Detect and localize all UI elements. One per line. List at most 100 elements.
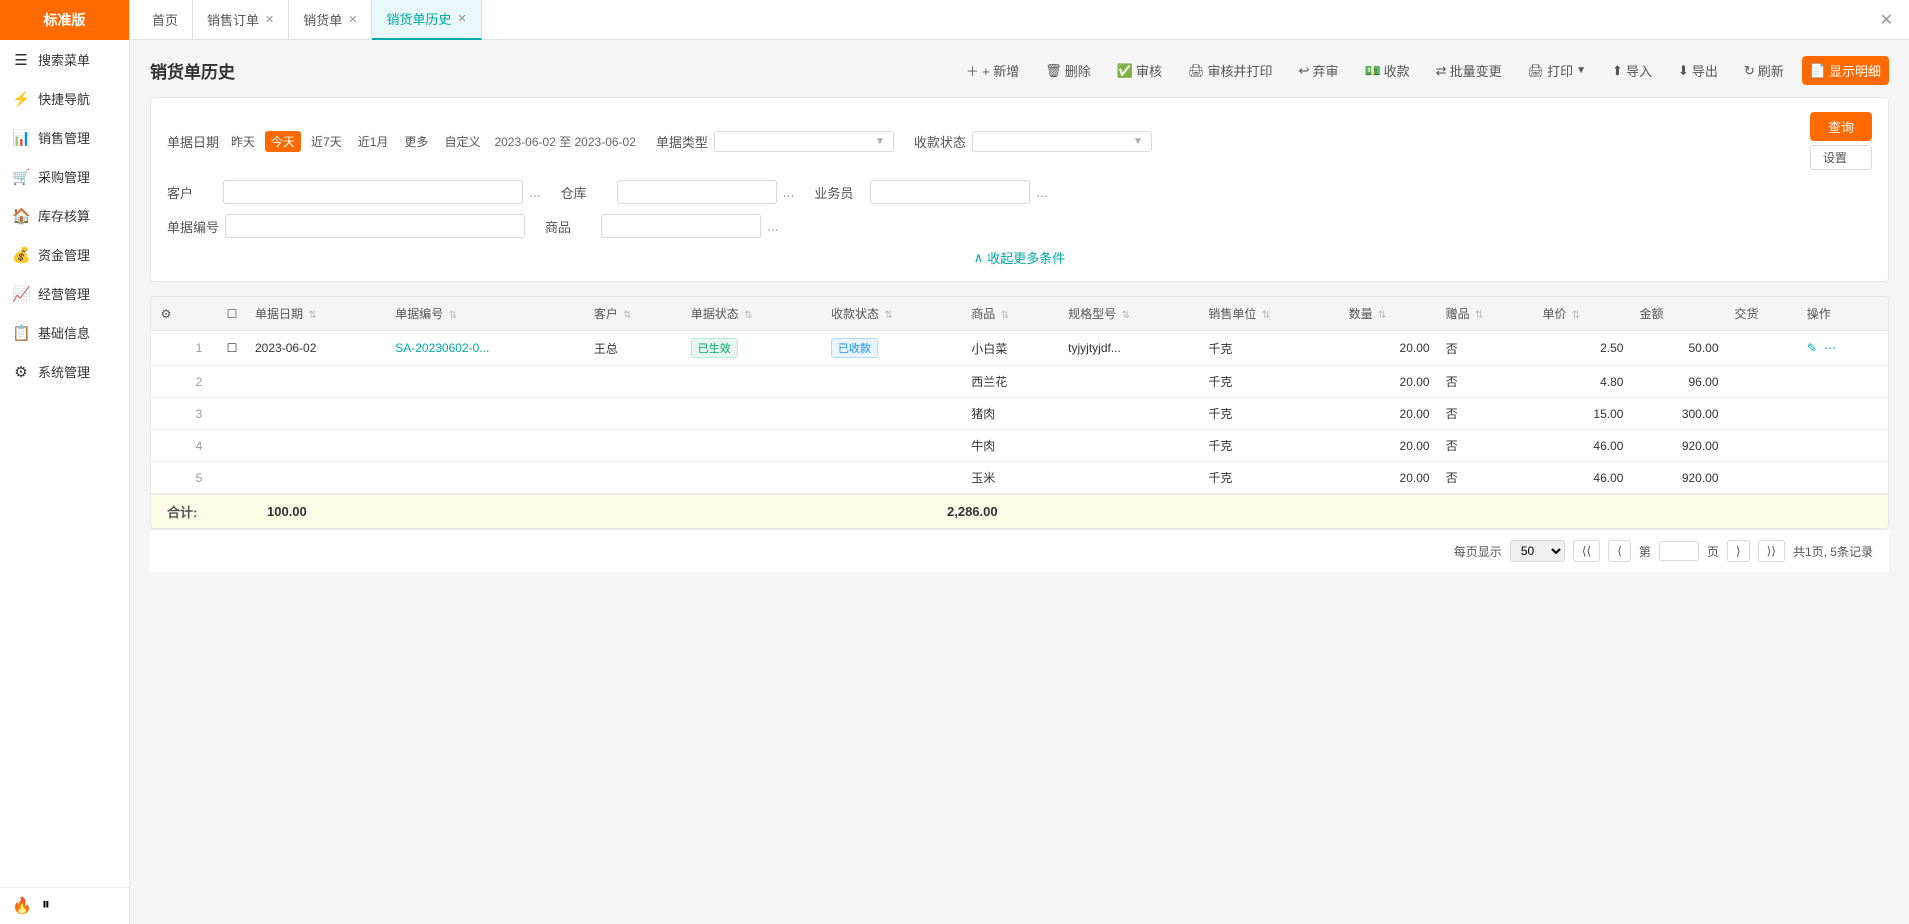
tab-home[interactable]: 首页 [138,0,193,40]
first-page-button[interactable]: ⟨⟨ [1573,540,1600,562]
col-qty[interactable]: 数量 ⇅ [1341,297,1438,331]
row-qty: 20.00 [1341,366,1438,398]
date-btn-7days[interactable]: 近7天 [305,131,348,152]
prev-page-button[interactable]: ⟨ [1608,540,1631,562]
close-all-tabs-button[interactable]: ✕ [1872,10,1901,30]
date-btn-1month[interactable]: 近1月 [352,131,395,152]
audit-print-button[interactable]: 🖨 审核并打印 [1180,56,1281,85]
sort-price-icon: ⇅ [1572,310,1580,321]
customer-dots-button[interactable]: ... [529,184,541,200]
system-mgmt-icon: ⚙ [12,363,30,381]
warehouse-input[interactable] [617,180,777,204]
sidebar-item-search-menu[interactable]: ☰ 搜索菜单 [0,40,129,79]
row-amount: 300.00 [1631,398,1726,430]
collect-status-label: 收款状态 [914,132,966,151]
import-button[interactable]: ⬆ 导入 [1604,56,1660,85]
row-docno[interactable] [387,398,586,430]
edit-action-link[interactable]: ✎ [1807,341,1817,355]
tab-close-sales-history[interactable]: ✕ [458,12,467,25]
row-docno[interactable] [387,366,586,398]
delete-button[interactable]: 🗑 删除 [1037,56,1099,85]
audit-button[interactable]: ✅ 审核 [1109,56,1170,85]
sidebar-item-purchase-mgmt[interactable]: 🛒 采购管理 [0,157,129,196]
settings-button[interactable]: 设置 [1810,145,1872,170]
col-spec[interactable]: 规格型号 ⇅ [1060,297,1200,331]
refresh-button[interactable]: ↻ 刷新 [1736,56,1792,85]
salesperson-dots-button[interactable]: ... [1036,184,1048,200]
col-gift[interactable]: 赠品 ⇅ [1438,297,1535,331]
tab-sales-goods[interactable]: 销货单 ✕ [289,0,372,40]
sidebar-item-system-mgmt[interactable]: ⚙ 系统管理 [0,352,129,391]
col-price[interactable]: 单价 ⇅ [1535,297,1632,331]
collect-button[interactable]: 💵 收款 [1356,56,1417,85]
batch-change-button[interactable]: ⇄ 批量变更 [1428,56,1510,85]
row-checkbox[interactable] [217,398,247,430]
table-row: 4 牛肉 千克 20.00 否 46.00 920.00 [151,430,1888,462]
col-settings[interactable]: ⚙ [151,297,181,331]
page-number-input[interactable]: 1 [1659,541,1699,561]
row-spec [1060,462,1200,494]
sidebar-item-sales-mgmt[interactable]: 📊 销售管理 [0,118,129,157]
sidebar-item-quick-nav[interactable]: ⚡ 快捷导航 [0,79,129,118]
tab-close-sales-order[interactable]: ✕ [265,13,274,26]
export-button[interactable]: ⬇ 导出 [1670,56,1726,85]
row-checkbox[interactable] [217,430,247,462]
abandon-button[interactable]: ↩ 弃审 [1291,56,1347,85]
date-btn-today[interactable]: 今天 [265,131,301,152]
row-price: 46.00 [1535,430,1632,462]
next-page-button[interactable]: ⟩ [1727,540,1750,562]
goods-dots-button[interactable]: ... [767,218,779,234]
show-detail-button[interactable]: 📄 显示明细 [1802,56,1889,85]
page-size-select[interactable]: 50 100 [1510,540,1565,562]
col-customer[interactable]: 客户 ⇅ [586,297,683,331]
col-collect-status[interactable]: 收款状态 ⇅ [823,297,963,331]
pause-icon[interactable]: ⏸ [42,896,50,916]
tab-close-sales-goods[interactable]: ✕ [348,13,357,26]
audit-print-icon: 🖨 [1188,63,1205,79]
salesperson-input[interactable] [870,180,1030,204]
row-checkbox[interactable]: ☐ [217,331,247,366]
last-page-button[interactable]: ⟩⟩ [1758,540,1785,562]
fire-icon[interactable]: 🔥 [12,896,32,916]
more-action-link[interactable]: ⋯ [1824,341,1836,355]
sort-unit-icon: ⇅ [1262,310,1270,321]
goods-input[interactable] [601,214,761,238]
new-button[interactable]: ＋ + 新增 [958,56,1027,85]
row-docno[interactable] [387,430,586,462]
doc-no-input[interactable] [225,214,525,238]
row-checkbox[interactable] [217,462,247,494]
col-date[interactable]: 单据日期 ⇅ [247,297,387,331]
tab-sales-order[interactable]: 销售订单 ✕ [193,0,289,40]
tab-sales-history[interactable]: 销货单历史 ✕ [372,0,481,40]
sidebar-item-basic-info[interactable]: 📋 基础信息 [0,313,129,352]
collect-status-select[interactable]: ▼ [972,131,1152,152]
sidebar-item-finance-mgmt[interactable]: 💰 资金管理 [0,235,129,274]
date-range-text: 2023-06-02 至 2023-06-02 [494,133,635,150]
row-docno[interactable]: SA-20230602-0... [387,331,586,366]
warehouse-dots-button[interactable]: ... [783,184,795,200]
print-button[interactable]: 🖨 打印 ▼ [1520,56,1594,85]
customer-input[interactable] [223,180,523,204]
col-doc-status[interactable]: 单据状态 ⇅ [683,297,823,331]
date-btn-yesterday[interactable]: 昨天 [225,131,261,152]
sidebar-item-operation-mgmt[interactable]: 📈 经营管理 [0,274,129,313]
query-button[interactable]: 查询 [1810,112,1872,141]
col-checkbox[interactable]: ☐ [217,297,247,331]
page-header: 销货单历史 ＋ + 新增 🗑 删除 ✅ 审核 🖨 审核并打印 [150,56,1889,85]
row-num: 3 [181,398,217,430]
sort-customer-icon: ⇅ [623,310,631,321]
row-num: 2 [181,366,217,398]
filter-warehouse: 仓库 ... [561,180,795,204]
col-unit[interactable]: 销售单位 ⇅ [1200,297,1340,331]
col-docno[interactable]: 单据编号 ⇅ [387,297,586,331]
collapse-button[interactable]: ∧ 收起更多条件 [167,248,1872,267]
doc-type-select[interactable]: ▼ [714,131,894,152]
date-btn-custom[interactable]: 自定义 [438,131,486,152]
row-docno[interactable] [387,462,586,494]
row-collect-status [823,462,963,494]
col-goods[interactable]: 商品 ⇅ [963,297,1060,331]
date-btn-more[interactable]: 更多 [398,131,434,152]
sidebar-item-inventory[interactable]: 🏠 库存核算 [0,196,129,235]
row-qty: 20.00 [1341,331,1438,366]
row-checkbox[interactable] [217,366,247,398]
